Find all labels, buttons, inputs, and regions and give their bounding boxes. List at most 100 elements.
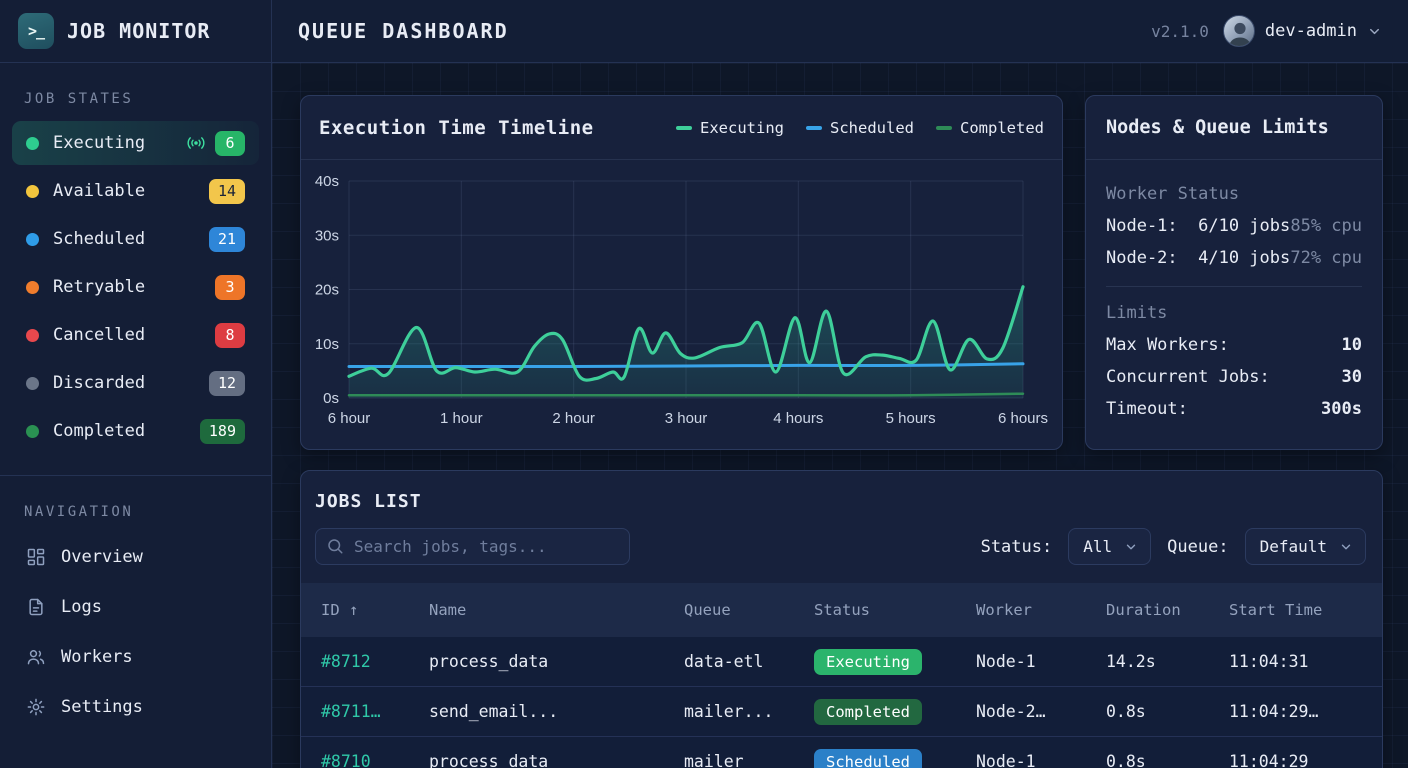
state-right: 189 [199,418,245,444]
limit-row: Concurrent Jobs: 30 [1106,367,1362,387]
limit-label: Max Workers: [1106,335,1229,355]
table-row[interactable]: #8710 process_data mailer Scheduled Node-1 0.… [301,737,1382,768]
chevron-down-icon [1339,540,1353,554]
app-logo: >_ JOB MONITOR [0,0,271,63]
state-dot [26,328,39,342]
job-states-heading: JOB STATES [24,91,134,107]
queue-filter-value: Default [1259,537,1327,556]
state-dot [26,424,39,438]
column-header-4[interactable]: Worker [976,601,1106,619]
legend-label: Executing [700,118,784,137]
status-filter-value: All [1083,537,1113,556]
sidebar-item-executing[interactable]: Executing 6 [12,121,259,165]
count-badge: 189 [199,418,245,444]
svg-text:6 hour: 6 hour [328,410,371,427]
column-header-0[interactable]: ID ↑ [321,601,429,619]
limit-label: Timeout: [1106,399,1188,419]
chevron-down-icon [1124,540,1138,554]
job-worker: Node-2… [976,702,1046,721]
chevron-down-icon [1367,24,1382,39]
job-duration: 14.2s [1106,652,1156,671]
job-name: process_data [429,752,549,768]
app-root: >_ JOB MONITOR JOB STATES Executing 6 Avai… [0,0,1408,768]
column-header-2[interactable]: Queue [684,601,814,619]
sidebar-item-logs[interactable]: Logs [12,584,259,630]
count-badge: 14 [208,178,245,204]
state-label: Available [53,181,146,201]
svg-text:3 hour: 3 hour [665,410,708,427]
count-badge: 8 [215,322,245,348]
sidebar-item-discarded[interactable]: Discarded 12 [12,361,259,405]
job-name: process_data [429,652,549,671]
sidebar-item-workers[interactable]: Workers [12,634,259,680]
table-row[interactable]: #8711… send_email... mailer... Completed Nod… [301,687,1382,737]
terminal-icon: >_ [18,13,54,49]
job-id-link[interactable]: #8711… [321,702,429,721]
job-id-link[interactable]: #8712 [321,652,429,671]
worker-jobs: Node-1: 6/10 jobs [1106,216,1291,236]
job-id-link[interactable]: #8710 [321,752,429,768]
legend-item-scheduled[interactable]: Scheduled [806,119,914,137]
state-dot [26,280,39,294]
sidebar-item-completed[interactable]: Completed 189 [12,409,259,453]
job-start-time: 11:04:31 [1229,652,1309,671]
state-right: 3 [215,274,245,300]
sidebar-item-cancelled[interactable]: Cancelled 8 [12,313,259,357]
app-title: JOB MONITOR [67,19,211,43]
limit-value: 300s [1321,399,1362,419]
nav-label: Settings [61,697,143,717]
username-label: dev-admin [1264,21,1357,41]
sidebar-item-available[interactable]: Available 14 [12,169,259,213]
job-worker: Node-1 [976,652,1036,671]
queue-filter-label: Queue: [1167,536,1229,557]
limits-list: Max Workers: 10 Concurrent Jobs: 30 Timeout:… [1106,335,1362,419]
sidebar-item-retryable[interactable]: Retryable 3 [12,265,259,309]
state-label: Cancelled [53,325,146,345]
search-box [315,528,630,565]
users-icon [26,647,46,667]
svg-text:40s: 40s [315,173,339,190]
jobs-panel: JOBS LIST Status: All Queue: Default [300,470,1383,768]
user-menu[interactable]: dev-admin [1222,15,1382,47]
legend-item-executing[interactable]: Executing [676,119,784,137]
worker-jobs: Node-2: 4/10 jobs [1106,248,1291,268]
jobs-table-body: #8712 process_data data-etl Executing Node-1… [301,637,1382,768]
status-badge: Scheduled [814,748,922,768]
table-row[interactable]: #8712 process_data data-etl Executing Node-1… [301,637,1382,687]
legend-item-completed[interactable]: Completed [936,119,1044,137]
sidebar-item-overview[interactable]: Overview [12,534,259,580]
state-right: 21 [208,226,245,252]
count-badge: 3 [215,274,245,300]
column-header-1[interactable]: Name [429,601,684,619]
legend-label: Scheduled [830,118,914,137]
column-header-5[interactable]: Duration [1106,601,1229,619]
worker-row: Node-2: 4/10 jobs 72% cpu [1106,248,1362,268]
page-title: QUEUE DASHBOARD [298,19,509,43]
worker-status-list: Node-1: 6/10 jobs 85% cpu Node-2: 4/10 job… [1106,216,1362,268]
sidebar-divider [0,475,271,476]
legend-swatch [806,125,822,130]
legend-swatch [676,125,692,130]
svg-text:5 hours: 5 hours [886,410,936,427]
job-duration: 0.8s [1106,752,1146,768]
top-bar: QUEUE DASHBOARD v2.1.0 dev-admin [272,0,1408,63]
worker-cpu: 85% cpu [1290,216,1362,236]
legend-swatch [936,125,952,130]
svg-text:0s: 0s [323,390,339,407]
sidebar-item-settings[interactable]: Settings [12,684,259,730]
column-header-3[interactable]: Status [814,601,976,619]
top-bar-right: v2.1.0 dev-admin [1151,15,1382,47]
column-header-6[interactable]: Start Time [1229,601,1382,619]
search-input[interactable] [315,528,630,565]
status-filter-label: Status: [980,536,1053,557]
status-filter-select[interactable]: All [1068,528,1152,565]
queue-filter-select[interactable]: Default [1244,528,1366,565]
timeline-panel: Execution Time Timeline Executing Schedul… [300,95,1063,450]
legend-label: Completed [960,118,1044,137]
avatar [1222,15,1255,47]
job-worker: Node-1 [976,752,1036,768]
state-dot [26,232,39,246]
sidebar-item-scheduled[interactable]: Scheduled 21 [12,217,259,261]
chart-legend: Executing Scheduled Completed [676,119,1044,137]
filters: Status: All Queue: Default [981,528,1366,565]
